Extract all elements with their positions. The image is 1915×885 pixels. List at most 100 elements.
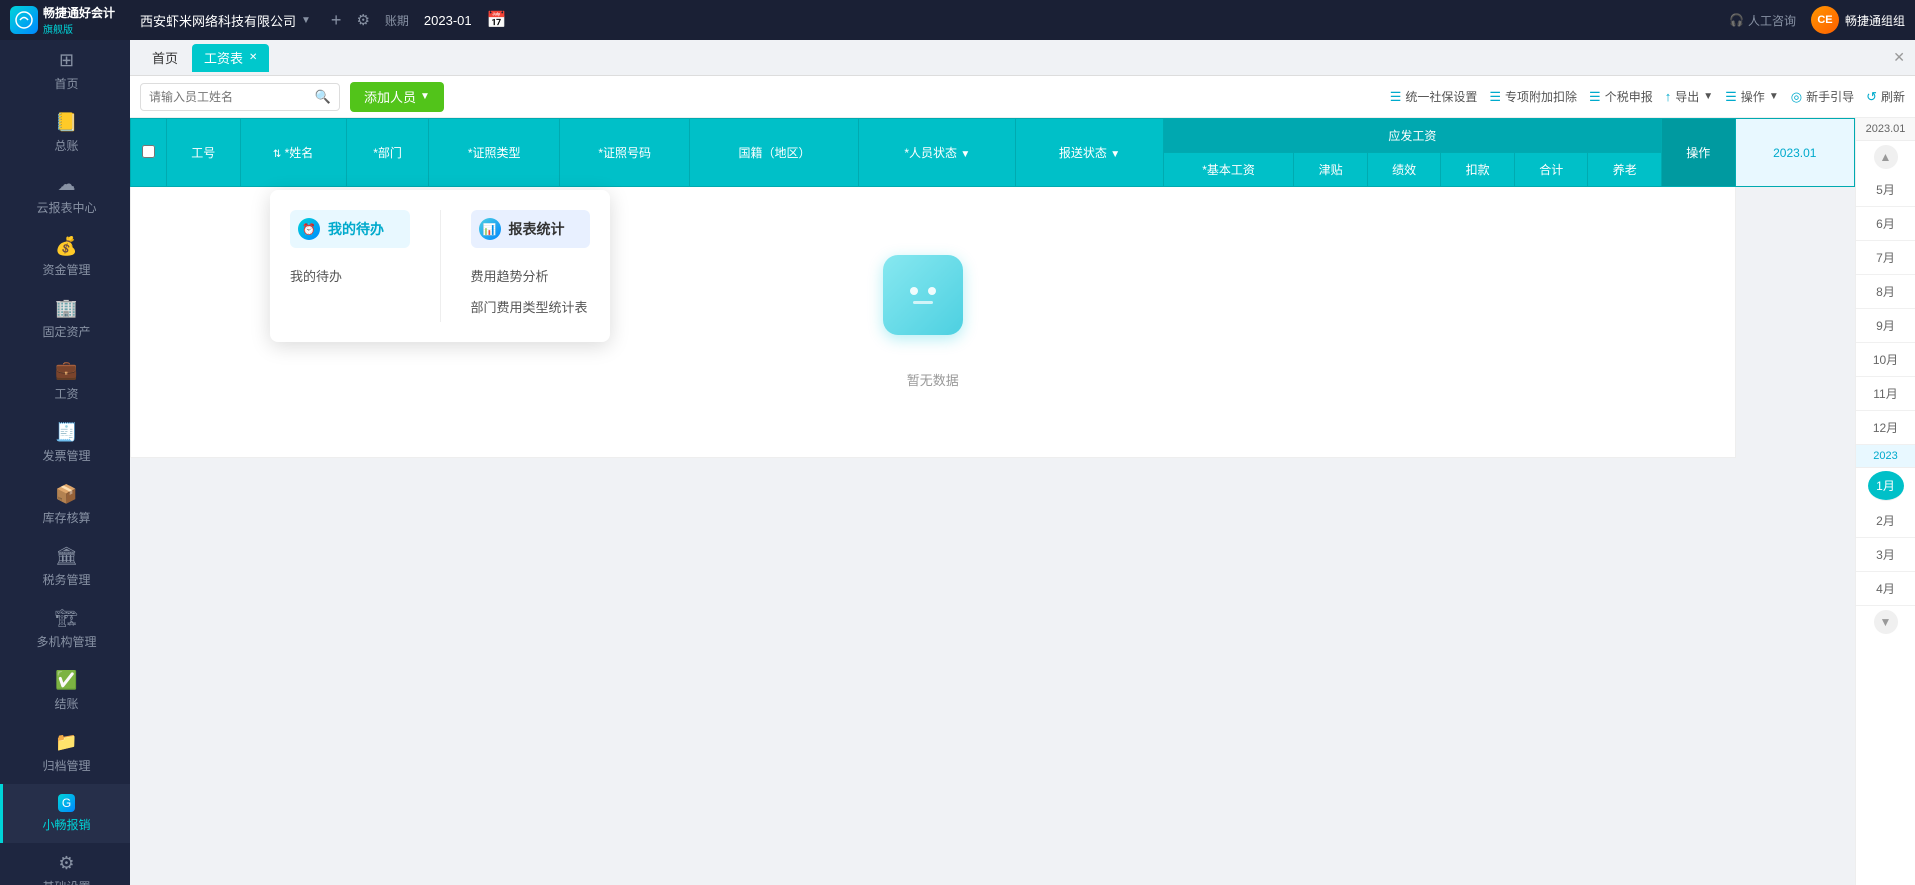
header-actions: + ⚙ 账期 2023-01 📅	[331, 10, 507, 31]
country-header: 国籍（地区）	[690, 119, 859, 187]
popup-item-dept-cost[interactable]: 部门费用类型统计表	[471, 291, 591, 322]
sidebar-item-tax[interactable]: 🏛 税务管理	[0, 536, 130, 598]
month-item-6[interactable]: 6月	[1856, 207, 1915, 241]
user-info[interactable]: CE 畅捷通组组	[1811, 6, 1905, 34]
logo-text-area: 畅捷通好会计 旗舰版	[43, 4, 115, 36]
filter-person-status-icon[interactable]: ▼	[960, 149, 970, 160]
wage-group-header: 应发工资	[1163, 119, 1661, 153]
sidebar-label-fund: 资金管理	[42, 261, 90, 278]
sidebar-item-multi-org[interactable]: 🏗 多机构管理	[0, 598, 130, 660]
operation-button[interactable]: ☰ 操作 ▼	[1725, 88, 1779, 105]
name-header[interactable]: ⇅ *姓名	[240, 119, 346, 187]
settlement-icon: ✅	[55, 670, 77, 691]
dept-header: *部门	[346, 119, 429, 187]
guide-icon: ◎	[1791, 89, 1802, 105]
special-deduct-button[interactable]: ☰ 专项附加扣除	[1489, 88, 1577, 105]
month-item-8[interactable]: 8月	[1856, 275, 1915, 309]
fixed-assets-icon: 🏢	[55, 298, 77, 319]
popup-overlay: ⏰ 我的待办 我的待办 📊 报表统计 费用趋势分析 部门费用类型统计表	[270, 190, 610, 342]
month-item-5[interactable]: 5月	[1856, 173, 1915, 207]
sidebar-label-xiaochang: 小畅报销	[42, 816, 90, 833]
month-nav-up[interactable]: ▲	[1874, 145, 1898, 169]
sidebar-item-home[interactable]: ⊞ 首页	[0, 40, 130, 102]
sidebar-label-cloud-report: 云报表中心	[36, 199, 96, 216]
month-item-3[interactable]: 3月	[1856, 538, 1915, 572]
month-item-4[interactable]: 4月	[1856, 572, 1915, 606]
company-selector[interactable]: 西安虾米网络科技有限公司 ▼	[130, 11, 321, 30]
popup-col-report: 📊 报表统计 费用趋势分析 部门费用类型统计表	[471, 210, 591, 322]
export-button[interactable]: ↑ 导出 ▼	[1665, 88, 1713, 105]
header-right: 🎧 人工咨询 CE 畅捷通组组	[1729, 6, 1905, 34]
month-nav-down[interactable]: ▼	[1874, 610, 1898, 634]
popup-item-cost-trend[interactable]: 费用趋势分析	[471, 260, 591, 291]
archive-icon: 📁	[55, 732, 77, 753]
total-header: 合计	[1514, 153, 1588, 187]
sidebar-item-salary[interactable]: 💼 工资	[0, 350, 130, 412]
empty-text: 暂无数据	[907, 370, 959, 389]
tab-home[interactable]: 首页	[140, 44, 190, 72]
support-button[interactable]: 🎧 人工咨询	[1729, 12, 1796, 29]
logo-area: 畅捷通好会计 旗舰版	[10, 4, 130, 36]
new-guide-toolbar-button[interactable]: ◎ 新手引导	[1791, 88, 1854, 105]
calendar-icon[interactable]: 📅	[487, 10, 507, 30]
robot-eye-left	[910, 287, 918, 295]
add-person-button[interactable]: 添加人员 ▼	[350, 82, 444, 112]
sidebar-item-invoice[interactable]: 🧾 发票管理	[0, 412, 130, 474]
filter-report-status-icon[interactable]: ▼	[1110, 149, 1120, 160]
sidebar-item-ledger[interactable]: 📒 总账	[0, 102, 130, 164]
toolbar-actions: ☰ 统一社保设置 ☰ 专项附加扣除 ☰ 个税申报 ↑ 导出 ▼ ☰	[1390, 88, 1905, 105]
export-icon: ↑	[1665, 89, 1672, 104]
month-item-1-active[interactable]: 1月	[1868, 471, 1904, 501]
personal-tax-icon: ☰	[1589, 89, 1601, 105]
tab-close-icon[interactable]: ✕	[249, 52, 257, 63]
sidebar-label-home: 首页	[54, 75, 78, 92]
sidebar-item-basic-settings[interactable]: ⚙ 基础设置	[0, 843, 130, 885]
refresh-button[interactable]: ↺ 刷新	[1866, 88, 1905, 105]
sidebar-item-fund[interactable]: 💰 资金管理	[0, 226, 130, 288]
sidebar-item-cloud-report[interactable]: ☁ 云报表中心	[0, 164, 130, 226]
pension-header: 养老	[1588, 153, 1662, 187]
select-all-checkbox[interactable]	[142, 145, 155, 158]
sidebar-label-multi-org: 多机构管理	[36, 633, 96, 650]
empty-icon-wrap	[883, 255, 983, 355]
personal-tax-button[interactable]: ☰ 个税申报	[1589, 88, 1653, 105]
id-num-header: *证照号码	[559, 119, 690, 187]
basic-settings-icon: ⚙	[58, 853, 74, 874]
month-item-9[interactable]: 9月	[1856, 309, 1915, 343]
popup-divider	[440, 210, 441, 322]
popup-item-my-todo[interactable]: 我的待办	[290, 260, 410, 291]
job-num-header: 工号	[167, 119, 241, 187]
month-item-12[interactable]: 12月	[1856, 411, 1915, 445]
sidebar-label-ledger: 总账	[54, 137, 78, 154]
month-item-11[interactable]: 11月	[1856, 377, 1915, 411]
ledger-icon: 📒	[55, 112, 77, 133]
empty-robot-icon	[883, 255, 963, 335]
add-person-dropdown-icon: ▼	[420, 91, 430, 102]
todo-col-icon: ⏰	[298, 218, 320, 240]
tab-salary-table[interactable]: 工资表 ✕	[192, 44, 269, 72]
month-item-10[interactable]: 10月	[1856, 343, 1915, 377]
social-security-button[interactable]: ☰ 统一社保设置	[1390, 88, 1478, 105]
tab-bar: 首页 工资表 ✕ ✕	[130, 40, 1915, 76]
sidebar-item-archive[interactable]: 📁 归档管理	[0, 722, 130, 784]
close-content-button[interactable]: ✕	[1893, 49, 1905, 66]
operation-col-header: 操作	[1662, 119, 1736, 187]
special-deduct-icon: ☰	[1489, 89, 1501, 105]
search-wrap: 🔍	[140, 83, 340, 111]
sidebar-item-inventory[interactable]: 📦 库存核算	[0, 474, 130, 536]
sidebar-item-xiaochang[interactable]: G 小畅报销	[0, 784, 130, 843]
settings-button[interactable]: ⚙	[356, 11, 369, 29]
headset-icon: 🎧	[1729, 13, 1744, 27]
top-header: 畅捷通好会计 旗舰版 西安虾米网络科技有限公司 ▼ + ⚙ 账期 2023-01…	[0, 0, 1915, 40]
main-layout: ⊞ 首页 📒 总账 ☁ 云报表中心 💰 资金管理 🏢 固定资产 💼 工资 🧾 发…	[0, 40, 1915, 885]
sidebar-label-invoice: 发票管理	[42, 447, 90, 464]
sidebar-item-settlement[interactable]: ✅ 结账	[0, 660, 130, 722]
search-input[interactable]	[149, 90, 315, 104]
sidebar-label-tax: 税务管理	[42, 571, 90, 588]
checkbox-header[interactable]	[131, 119, 167, 187]
month-item-2[interactable]: 2月	[1856, 504, 1915, 538]
add-company-button[interactable]: +	[331, 10, 342, 31]
sidebar-item-fixed-assets[interactable]: 🏢 固定资产	[0, 288, 130, 350]
basic-wage-header: *基本工资	[1163, 153, 1294, 187]
month-item-7[interactable]: 7月	[1856, 241, 1915, 275]
